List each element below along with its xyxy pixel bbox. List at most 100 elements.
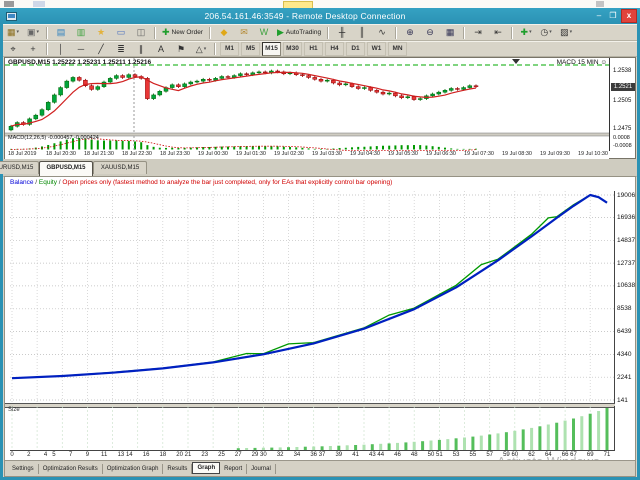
text-icon[interactable]: A xyxy=(152,42,170,57)
navigator-icon-glyph: ★ xyxy=(96,27,106,37)
fibonacci-icon[interactable]: ≣ xyxy=(112,42,130,57)
chart-shift-icon-glyph: ⇤ xyxy=(494,27,502,37)
close-button[interactable]: x xyxy=(621,9,637,23)
zoom-in-icon[interactable]: ⊕ xyxy=(401,25,419,40)
time-axis-label: 19 Jul 07:30 xyxy=(464,151,494,157)
metaeditor-icon[interactable]: ◆ xyxy=(215,25,233,40)
data-window-icon[interactable]: ▥ xyxy=(72,25,90,40)
line-chart-icon[interactable]: ∿ xyxy=(373,25,391,40)
timeframe-button-m1[interactable]: M1 xyxy=(220,42,239,56)
horizontal-line-icon[interactable]: ─ xyxy=(72,42,90,57)
fibonacci-icon-glyph: ≣ xyxy=(117,43,125,54)
time-axis-label: 19 Jul 02:30 xyxy=(274,151,304,157)
new-order-button-label: New Order xyxy=(171,29,203,36)
ea-smiley-icon[interactable]: ☺ xyxy=(600,59,607,66)
chart-shift-icon[interactable]: ⇤ xyxy=(489,25,507,40)
legend-note: Open prices only (fastest method to anal… xyxy=(62,179,393,186)
tester-tab-graph[interactable]: Graph xyxy=(192,461,221,474)
desktop-fragment xyxy=(33,1,45,7)
terminal-icon[interactable]: ▭ xyxy=(112,25,130,40)
trade-size-graph[interactable] xyxy=(10,406,615,451)
tile-windows-icon[interactable]: ▦ xyxy=(441,25,459,40)
crosshair-icon[interactable]: + xyxy=(24,42,42,57)
candlestick-chart-icon[interactable]: ║ xyxy=(353,25,371,40)
tester-tab-settings[interactable]: Settings xyxy=(8,463,39,474)
tester-y-axis-label: 4340 xyxy=(617,350,632,358)
timeframe-button-w1[interactable]: W1 xyxy=(367,42,386,56)
auto-scroll-icon[interactable]: ⇥ xyxy=(469,25,487,40)
maximize-button[interactable]: ❐ xyxy=(607,10,619,22)
timeframe-button-d1[interactable]: D1 xyxy=(346,42,365,56)
label-icon-glyph: ⚑ xyxy=(176,43,186,54)
market-watch-icon[interactable]: ▤ xyxy=(52,25,70,40)
time-axis-label: 18 Jul 20:30 xyxy=(46,151,76,157)
toolbar-separator xyxy=(463,26,466,39)
strategy-tester-icon[interactable]: ◫ xyxy=(132,25,150,40)
rdp-title-bar: 206.54.161.46:3549 - Remote Desktop Conn… xyxy=(0,8,640,24)
crosshair-icon-glyph: + xyxy=(30,43,36,54)
bar-chart-icon-glyph: ╫ xyxy=(338,27,346,37)
vertical-line-icon-glyph: │ xyxy=(58,43,64,54)
tester-x-axis-label: 25 xyxy=(218,452,225,458)
tester-x-axis-label: 9 xyxy=(85,452,90,458)
tester-x-axis-label: 16 xyxy=(142,452,150,458)
new-chart-menu-icon-dropdown-arrow: ▾ xyxy=(16,29,20,35)
timeframe-button-h1[interactable]: H1 xyxy=(304,42,323,56)
tester-y-axis-label: 141 xyxy=(617,396,628,404)
tester-tab-journal[interactable]: Journal xyxy=(247,463,276,474)
macd-axis-top: 0.0008 xyxy=(613,135,630,141)
candlestick-chart-icon-glyph: ║ xyxy=(358,27,366,37)
new-chart-menu-icon[interactable]: ▦ ▾ xyxy=(4,25,22,40)
shapes-icon[interactable]: △ ▾ xyxy=(192,42,210,57)
time-axis-label: 19 Jul 04:30 xyxy=(350,151,380,157)
new-order-button[interactable]: ✚ New Order xyxy=(160,25,205,40)
time-axis-label: 18 Jul 2019 xyxy=(8,151,37,157)
minimize-button[interactable]: – xyxy=(593,10,605,22)
tester-x-axis-label: 53 xyxy=(452,452,460,458)
expert-advisor-label: MACD 15 MIN ☺ xyxy=(557,59,607,66)
timeframe-button-m5[interactable]: M5 xyxy=(241,42,260,56)
size-pane-label: Size xyxy=(8,407,20,413)
timeframe-button-mn[interactable]: MN xyxy=(388,42,407,56)
templates-icon-glyph: ▨ xyxy=(560,27,569,37)
mailbox-icon[interactable]: ✉ xyxy=(235,25,253,40)
strategy-tester-icon-glyph: ◫ xyxy=(136,27,146,37)
chart-tab-eurusd[interactable]: EURUSD,M15 xyxy=(0,161,39,174)
trendline-icon[interactable]: ╱ xyxy=(92,42,110,57)
tester-tab-optimization-results[interactable]: Optimization Results xyxy=(39,463,103,474)
profiles-menu-icon[interactable]: ▣ ▾ xyxy=(24,25,42,40)
channel-icon[interactable]: ∥ xyxy=(132,42,150,57)
tester-tab-report[interactable]: Report xyxy=(220,463,248,474)
experts-icon[interactable]: W xyxy=(255,25,273,40)
indicators-icon-dropdown-arrow: ▾ xyxy=(529,29,532,35)
navigator-icon[interactable]: ★ xyxy=(92,25,110,40)
chart-tab-gbpusd[interactable]: GBPUSD,M15 xyxy=(39,161,93,176)
label-icon[interactable]: ⚑ xyxy=(172,42,190,57)
tester-x-axis-label: 7 xyxy=(68,452,73,458)
vertical-line-icon[interactable]: │ xyxy=(52,42,70,57)
time-axis-label: 18 Jul 23:30 xyxy=(160,151,190,157)
window-title: 206.54.161.46:3549 - Remote Desktop Conn… xyxy=(204,11,406,21)
timeframe-button-m15[interactable]: M15 xyxy=(262,42,281,56)
balance-graph[interactable] xyxy=(10,191,615,403)
bar-chart-icon[interactable]: ╫ xyxy=(333,25,351,40)
timeframe-button-m30[interactable]: M30 xyxy=(283,42,302,56)
periods-icon[interactable]: ◷ ▾ xyxy=(537,25,555,40)
data-window-icon-glyph: ▥ xyxy=(76,27,86,37)
tester-x-axis-label: 0 xyxy=(10,452,14,458)
tester-tab-optimization-graph[interactable]: Optimization Graph xyxy=(103,463,164,474)
autotrading-button[interactable]: ▶ AutoTrading xyxy=(275,25,323,40)
timeframe-button-h4[interactable]: H4 xyxy=(325,42,344,56)
indicators-icon[interactable]: ✚ ▾ xyxy=(517,25,535,40)
toolbar-separator xyxy=(46,43,48,55)
tester-tab-results[interactable]: Results xyxy=(163,463,193,474)
templates-icon[interactable]: ▨ ▾ xyxy=(557,25,575,40)
cursor-icon[interactable]: ⌖ xyxy=(4,42,22,57)
time-axis-label: 18 Jul 22:30 xyxy=(122,151,152,157)
macd-axis-bottom: -0.0008 xyxy=(613,143,632,149)
tester-x-axis-label: 51 xyxy=(436,452,443,458)
zoom-out-icon[interactable]: ⊖ xyxy=(421,25,439,40)
chart-tab-xauusd[interactable]: XAUUSD,M15 xyxy=(93,161,147,174)
legend-balance: Balance xyxy=(10,179,34,186)
metaeditor-icon-glyph: ◆ xyxy=(220,27,228,37)
